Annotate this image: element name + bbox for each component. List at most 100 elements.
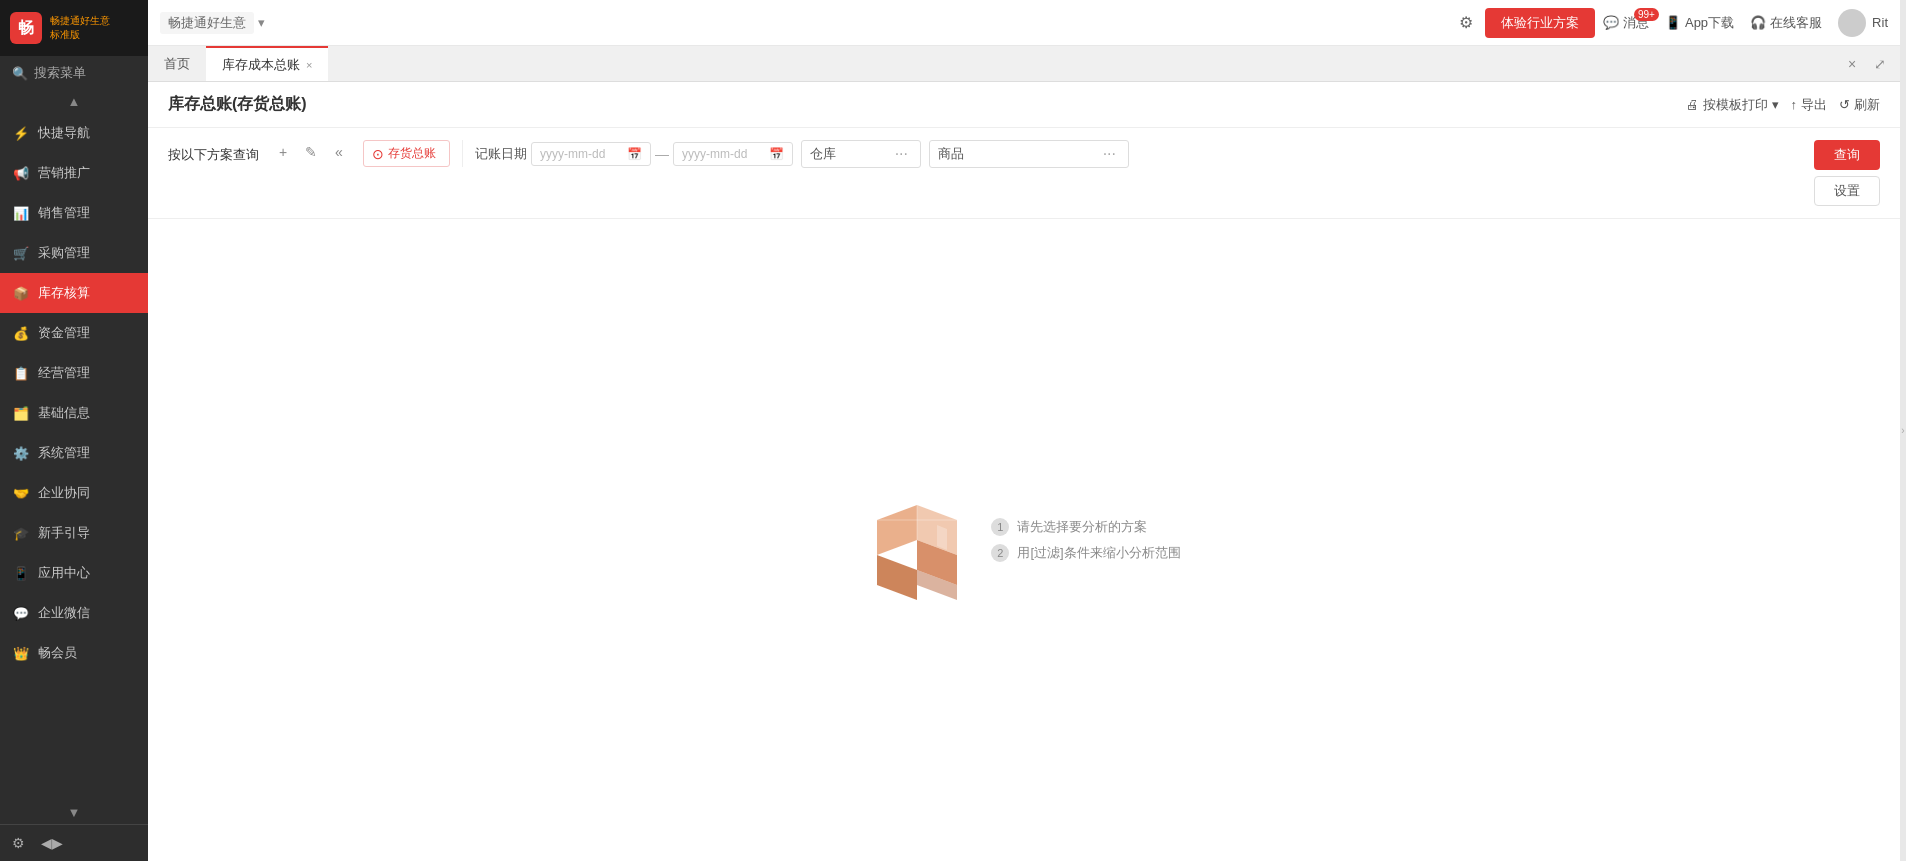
purchase-icon: 🛒 [12,244,30,262]
tip-text-1: 请先选择要分析的方案 [1017,518,1147,536]
message-badge: 99+ [1634,8,1659,21]
print-icon: 🖨 [1686,97,1699,112]
empty-svg [867,490,967,600]
export-icon: ↑ [1791,97,1798,112]
appstore-icon: 📱 [12,564,30,582]
filter-right-buttons: 查询 设置 [1814,140,1880,206]
sales-icon: 📊 [12,204,30,222]
goods-more-icon[interactable]: ··· [1099,145,1120,163]
sidebar-footer: ⚙ ◀▶ [0,824,148,861]
quick-nav-icon: ⚡ [12,124,30,142]
user-avatar [1838,9,1866,37]
message-icon: 💬 [1603,15,1619,30]
page-title: 库存总账(存货总账) [168,94,307,115]
system-icon: ⚙️ [12,444,30,462]
edit-scheme-button[interactable]: ✎ [299,140,323,164]
sidebar-item-appstore[interactable]: 📱 应用中心 [0,553,148,593]
wechat-icon: 💬 [12,604,30,622]
content-area: 1 请先选择要分析的方案 2 用[过滤]条件来缩小分析范围 [148,219,1900,861]
tab-home[interactable]: 首页 [148,46,206,81]
headset-icon: 🎧 [1750,15,1766,30]
empty-state: 1 请先选择要分析的方案 2 用[过滤]条件来缩小分析范围 [867,490,1180,590]
sidebar-scroll-down[interactable]: ▼ [0,801,148,824]
tab-inventory-ledger[interactable]: 库存成本总账 × [206,46,328,81]
print-template-button[interactable]: 🖨 按模板打印 ▾ [1686,96,1779,114]
sidebar-item-operations[interactable]: 📋 经营管理 [0,353,148,393]
sidebar-item-purchase[interactable]: 🛒 采购管理 [0,233,148,273]
refresh-icon: ↺ [1839,97,1850,112]
add-scheme-button[interactable]: + [271,140,295,164]
warehouse-field: 仓库 ··· [801,140,921,168]
warehouse-select[interactable]: 仓库 ··· [801,140,921,168]
svg-marker-3 [877,555,917,600]
phone-icon: 📱 [1665,15,1681,30]
page-header: 库存总账(存货总账) 🖨 按模板打印 ▾ ↑ 导出 ↺ 刷新 [148,82,1900,128]
tab-close-button[interactable]: × [306,59,312,71]
date-end-input[interactable]: yyyy-mm-dd 📅 [673,142,793,166]
refresh-button[interactable]: ↺ 刷新 [1839,96,1880,114]
guide-icon: 🎓 [12,524,30,542]
sidebar-item-guide[interactable]: 🎓 新手引导 [0,513,148,553]
sidebar-collapse-button[interactable]: ◀▶ [41,835,63,851]
sidebar-scroll-up[interactable]: ▲ [0,90,148,113]
filter-scheme-actions: + ✎ « [271,140,351,164]
scheme-active-icon: ⊙ [372,146,384,162]
tip-num-1: 1 [991,518,1009,536]
topbar-right: 💬 消息 99+ 📱 App下载 🎧 在线客服 Rit [1603,9,1888,37]
date-start-input[interactable]: yyyy-mm-dd 📅 [531,142,651,166]
sidebar: 畅 畅捷通好生意 标准版 🔍 搜索菜单 ▲ ⚡ 快捷导航 📢 营销推广 📊 销售… [0,0,148,861]
sidebar-settings-button[interactable]: ⚙ [12,835,25,851]
export-button[interactable]: ↑ 导出 [1791,96,1828,114]
industry-solution-button[interactable]: 体验行业方案 [1485,8,1595,38]
search-menu-button[interactable]: 🔍 搜索菜单 [0,56,148,90]
sidebar-item-wechat[interactable]: 💬 企业微信 [0,593,148,633]
empty-illustration [867,490,967,590]
topbar-settings-icon[interactable]: ⚙ [1455,9,1477,36]
query-button[interactable]: 查询 [1814,140,1880,170]
sidebar-item-cooperation[interactable]: 🤝 企业协同 [0,473,148,513]
filter-area: 按以下方案查询 + ✎ « ⊙ 存货总账 记账日期 yyyy-mm-dd [148,128,1900,219]
settings-button[interactable]: 设置 [1814,176,1880,206]
warehouse-more-icon[interactable]: ··· [891,145,912,163]
page-header-actions: 🖨 按模板打印 ▾ ↑ 导出 ↺ 刷新 [1686,96,1881,114]
date-range-field: 记账日期 yyyy-mm-dd 📅 — yyyy-mm-dd 📅 [475,142,793,166]
online-service-button[interactable]: 🎧 在线客服 [1750,14,1822,32]
sidebar-item-sales[interactable]: 📊 销售管理 [0,193,148,233]
scheme-list: ⊙ 存货总账 [363,140,463,167]
goods-select[interactable]: 商品 ··· [929,140,1129,168]
filter-fields: 记账日期 yyyy-mm-dd 📅 — yyyy-mm-dd 📅 仓库 [475,140,1802,168]
main-content: 畅捷通好生意 ▾ ⚙ 体验行业方案 💬 消息 99+ 📱 App下载 🎧 在线客… [148,0,1900,861]
tab-close-all-button[interactable]: × [1840,52,1864,76]
search-icon: 🔍 [12,66,28,81]
svg-marker-1 [877,505,917,555]
sidebar-item-finance[interactable]: 💰 资金管理 [0,313,148,353]
message-button[interactable]: 💬 消息 99+ [1603,14,1649,32]
user-area[interactable]: Rit [1838,9,1888,37]
goods-field: 商品 ··· [929,140,1129,168]
breadcrumb-dropdown-icon[interactable]: ▾ [258,15,265,30]
date-label: 记账日期 [475,145,527,163]
inventory-icon: 📦 [12,284,30,302]
sidebar-item-quick-nav[interactable]: ⚡ 快捷导航 [0,113,148,153]
tab-bar: 首页 库存成本总账 × × ⤢ [148,46,1900,82]
breadcrumb-home[interactable]: 畅捷通好生意 [160,12,254,34]
collapse-scheme-button[interactable]: « [327,140,351,164]
page-content: 库存总账(存货总账) 🖨 按模板打印 ▾ ↑ 导出 ↺ 刷新 按以下方案查询 [148,82,1900,861]
svg-marker-5 [937,525,947,550]
app-download-button[interactable]: 📱 App下载 [1665,14,1734,32]
breadcrumb: 畅捷通好生意 ▾ [160,12,1447,34]
print-dropdown-icon: ▾ [1772,97,1779,112]
right-panel-indicator[interactable]: › [1900,0,1906,861]
scheme-item-inventory-ledger[interactable]: ⊙ 存货总账 [363,140,450,167]
tab-expand-button[interactable]: ⤢ [1868,52,1892,76]
sidebar-item-marketing[interactable]: 📢 营销推广 [0,153,148,193]
calendar-end-icon[interactable]: 📅 [769,147,784,161]
sidebar-item-system[interactable]: ⚙️ 系统管理 [0,433,148,473]
topbar: 畅捷通好生意 ▾ ⚙ 体验行业方案 💬 消息 99+ 📱 App下载 🎧 在线客… [148,0,1900,46]
sidebar-item-basic[interactable]: 🗂️ 基础信息 [0,393,148,433]
app-logo: 畅 畅捷通好生意 标准版 [0,0,148,56]
sidebar-item-inventory[interactable]: 📦 库存核算 [0,273,148,313]
sidebar-item-member[interactable]: 👑 畅会员 [0,633,148,673]
finance-icon: 💰 [12,324,30,342]
calendar-start-icon[interactable]: 📅 [627,147,642,161]
